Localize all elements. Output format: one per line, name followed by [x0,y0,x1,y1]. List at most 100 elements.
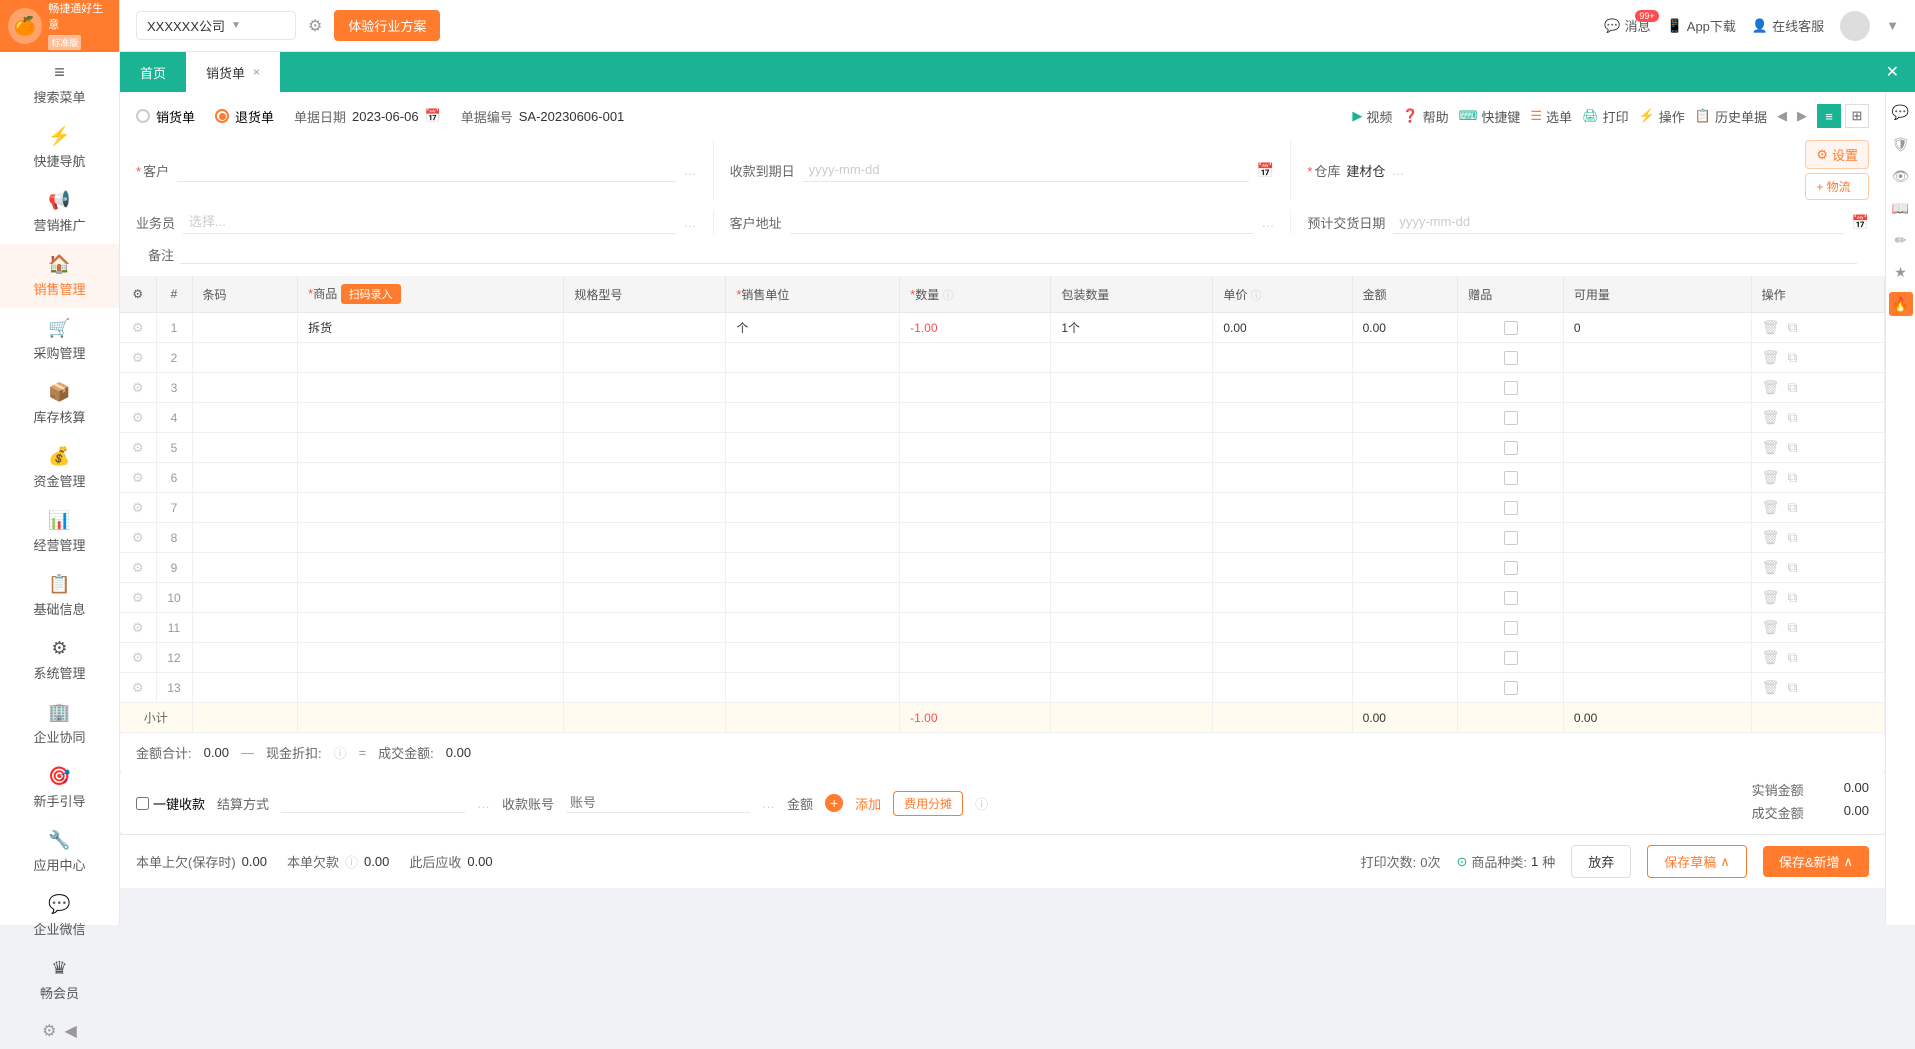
copy-icon[interactable]: ⧉ [1787,319,1797,336]
rp-book-btn[interactable]: 📖 [1889,196,1913,220]
salesperson-input[interactable] [183,210,676,234]
save-new-button[interactable]: 保存&新增 ∧ [1763,846,1869,877]
logistics-button[interactable]: + 物流 [1805,173,1869,200]
row-qty[interactable] [900,433,1051,463]
delete-icon[interactable]: 🗑 [1762,649,1780,666]
add-amount-btn[interactable]: + [825,794,843,812]
warehouse-dots[interactable]: … [1391,163,1404,178]
radio-sales-order[interactable]: 销货单 [136,107,195,126]
help-btn[interactable]: ❓ 帮助 [1402,107,1448,126]
row-product[interactable] [298,553,564,583]
sidebar-item-sales[interactable]: 🏠 销售管理 [0,244,119,308]
settlement-dots[interactable]: … [477,796,490,811]
row-settings-icon[interactable]: ⚙ [132,500,144,515]
row-settings-icon[interactable]: ⚙ [132,410,144,425]
copy-icon[interactable]: ⧉ [1787,649,1797,666]
account-input[interactable] [566,793,750,813]
row-product[interactable] [298,613,564,643]
row-settings-icon[interactable]: ⚙ [132,680,144,695]
gift-checkbox[interactable] [1504,351,1518,365]
gift-checkbox[interactable] [1504,381,1518,395]
expected-delivery-input[interactable] [1393,210,1843,234]
notes-input[interactable] [180,244,1857,264]
customer-dots[interactable]: … [684,163,697,178]
copy-icon[interactable]: ⧉ [1787,589,1797,606]
app-download-button[interactable]: 📱 App下载 [1667,16,1736,35]
action-btn[interactable]: ⚡ 操作 [1639,107,1685,126]
sidebar-item-marketing[interactable]: 📢 营销推广 [0,180,119,244]
account-dots[interactable]: … [762,796,775,811]
nav-next-icon[interactable]: ▶ [1797,108,1807,124]
row-qty[interactable] [900,613,1051,643]
settlement-input[interactable] [281,793,465,813]
tab-panel-close-button[interactable]: ✕ [1870,52,1915,92]
row-settings-icon[interactable]: ⚙ [132,440,144,455]
sidebar-item-quick-nav[interactable]: ⚡ 快捷导航 [0,116,119,180]
print-btn[interactable]: 🖨 打印 [1582,107,1629,126]
gift-checkbox[interactable] [1504,411,1518,425]
row-qty[interactable] [900,403,1051,433]
row-product[interactable] [298,373,564,403]
row-settings-icon[interactable]: ⚙ [132,470,144,485]
row-qty[interactable] [900,553,1051,583]
gift-checkbox[interactable] [1504,321,1518,335]
copy-icon[interactable]: ⧉ [1787,409,1797,426]
delete-icon[interactable]: 🗑 [1762,439,1780,456]
sidebar-item-newbie[interactable]: 🎯 新手引导 [0,756,119,820]
sidebar-item-finance[interactable]: 💰 资金管理 [0,436,119,500]
help-circle-icon[interactable]: ⓘ [334,743,347,762]
gift-checkbox[interactable] [1504,621,1518,635]
copy-icon[interactable]: ⧉ [1787,499,1797,516]
company-selector[interactable]: XXXXXX公司 ▼ [136,11,296,40]
copy-icon[interactable]: ⧉ [1787,469,1797,486]
row-product[interactable] [298,403,564,433]
message-button[interactable]: 💬 消息 99+ [1604,16,1650,35]
history-btn[interactable]: 📋 历史单据 [1695,107,1767,126]
settings-button[interactable]: ⚙ 设置 [1805,140,1869,169]
save-draft-button[interactable]: 保存草稿 ∧ [1647,845,1747,878]
delete-icon[interactable]: 🗑 [1762,379,1780,396]
row-product[interactable] [298,583,564,613]
row-settings-icon[interactable]: ⚙ [132,560,144,575]
receive-date-input[interactable] [803,158,1249,182]
row-qty[interactable] [900,463,1051,493]
salesperson-dots[interactable]: … [684,215,697,230]
customer-addr-input[interactable] [790,210,1254,234]
tab-close-icon[interactable]: × [253,65,260,79]
sidebar-item-enterprise[interactable]: 🏢 企业协同 [0,692,119,756]
video-btn[interactable]: ▶ 视频 [1352,107,1392,126]
delete-icon[interactable]: 🗑 [1762,349,1780,366]
row-product[interactable] [298,523,564,553]
row-qty[interactable]: -1.00 [900,313,1051,343]
sidebar-settings-btn[interactable]: ⚙ [42,1021,56,1041]
sidebar-item-purchase[interactable]: 🛒 采购管理 [0,308,119,372]
row-qty[interactable] [900,643,1051,673]
sidebar-item-basic[interactable]: 📋 基础信息 [0,564,119,628]
receive-calendar-icon[interactable]: 📅 [1257,162,1274,179]
delete-icon[interactable]: 🗑 [1762,589,1780,606]
delete-icon[interactable]: 🗑 [1762,529,1780,546]
delete-icon[interactable]: 🗑 [1762,679,1780,696]
gift-checkbox[interactable] [1504,591,1518,605]
user-avatar[interactable] [1840,11,1870,41]
tab-home[interactable]: 首页 [120,52,186,92]
row-product[interactable] [298,673,564,703]
gear-icon[interactable]: ⚙ [308,16,322,36]
row-product[interactable] [298,643,564,673]
rp-star-btn[interactable]: ★ [1889,260,1913,284]
list-view-btn[interactable]: ≡ [1817,104,1841,128]
sidebar-item-system[interactable]: ⚙ 系统管理 [0,628,119,692]
sidebar-item-inventory[interactable]: 📦 库存核算 [0,372,119,436]
customer-input[interactable] [177,158,676,182]
radio-return-order[interactable]: 退货单 [215,107,274,126]
scan-btn[interactable]: 扫码录入 [341,284,401,304]
gift-checkbox[interactable] [1504,501,1518,515]
gift-checkbox[interactable] [1504,471,1518,485]
delete-icon[interactable]: 🗑 [1762,319,1780,336]
row-qty[interactable] [900,673,1051,703]
gift-checkbox[interactable] [1504,681,1518,695]
row-qty[interactable] [900,523,1051,553]
sidebar-item-apps[interactable]: 🔧 应用中心 [0,820,119,884]
grid-view-btn[interactable]: ⊞ [1845,104,1869,128]
copy-icon[interactable]: ⧉ [1787,349,1797,366]
